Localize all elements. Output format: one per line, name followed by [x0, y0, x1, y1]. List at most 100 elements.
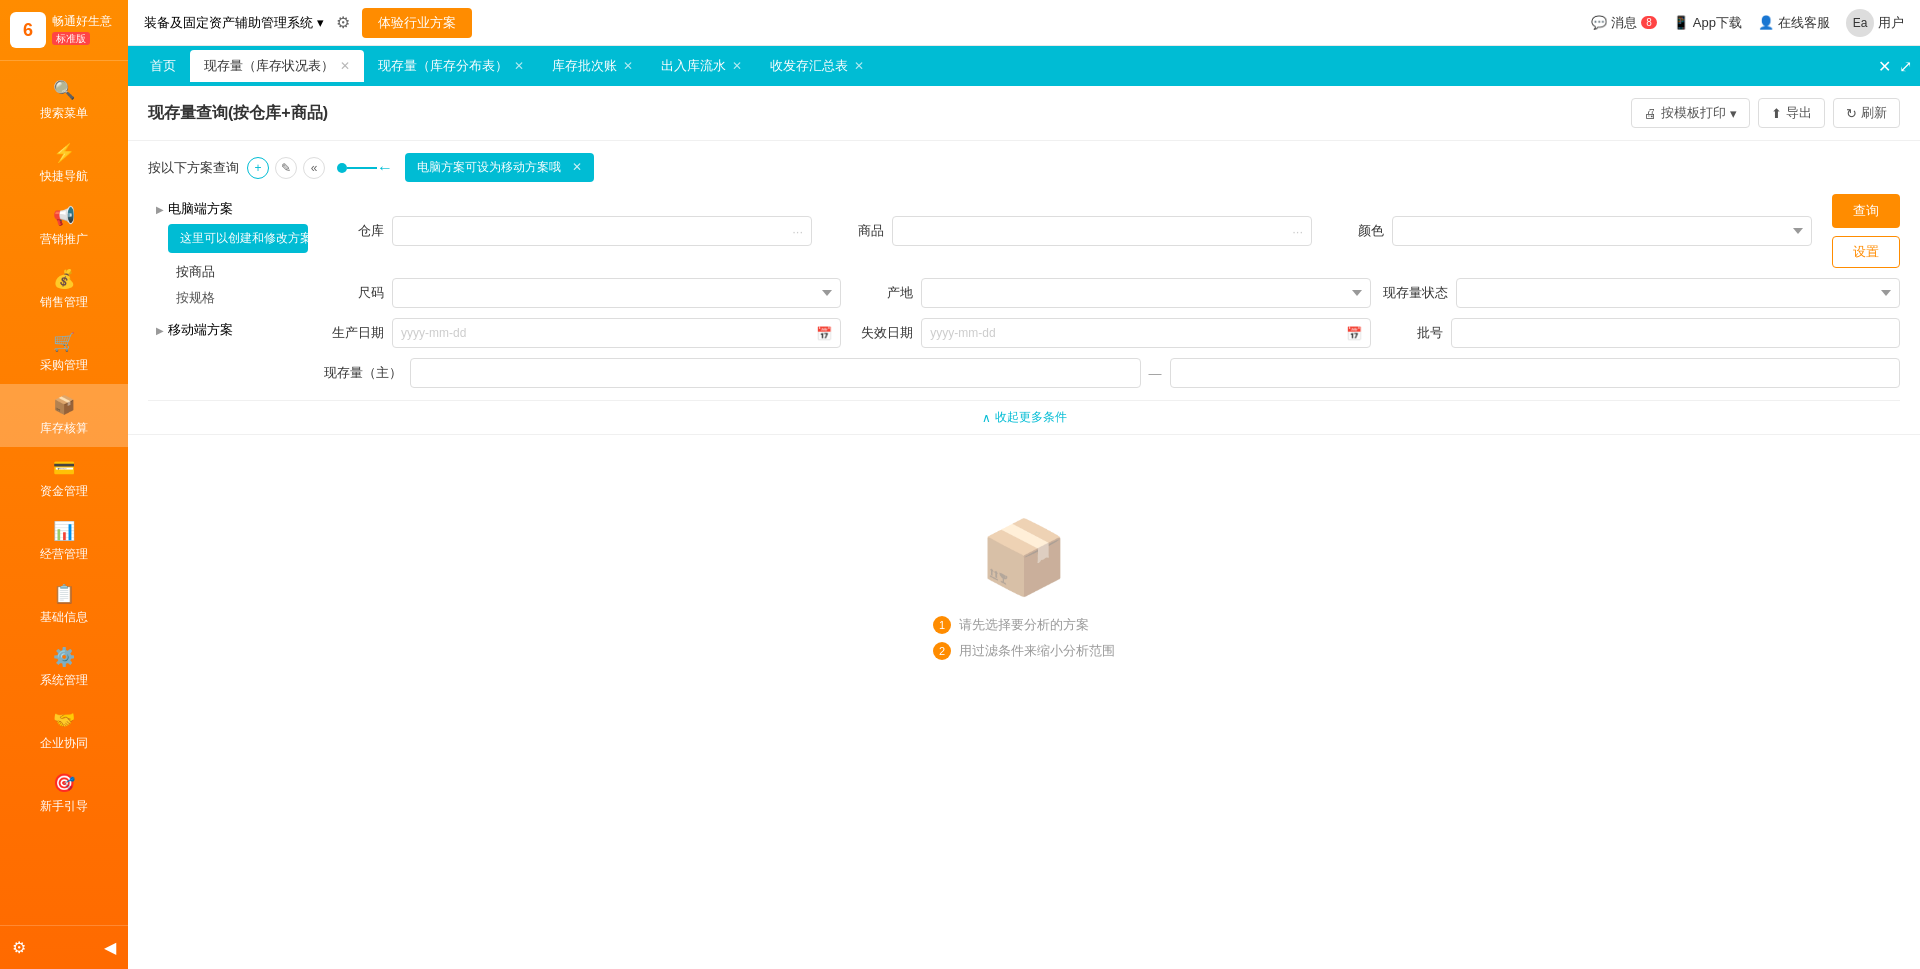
sidebar-item-enterprise-label: 企业协同 [40, 735, 88, 752]
phone-icon: 📱 [1673, 15, 1689, 30]
warehouse-dots-icon: ··· [792, 224, 803, 239]
exp-date-input[interactable]: yyyy-mm-dd 📅 [921, 318, 1370, 348]
scheme-mobile-label: 移动端方案 [168, 321, 233, 339]
tip-num-2: 2 [933, 642, 951, 660]
sidebar-item-finance[interactable]: 💳 资金管理 [0, 447, 128, 510]
sidebar-item-basic[interactable]: 📋 基础信息 [0, 573, 128, 636]
tab-recv-summary-close[interactable]: ✕ [854, 59, 864, 73]
collapse-btn[interactable]: ∧ 收起更多条件 [148, 400, 1900, 434]
tooltip-scheme-create: 这里可以创建和修改方案哦 ✕ [168, 224, 308, 253]
tab-home[interactable]: 首页 [136, 50, 190, 82]
tab-bar-actions: ✕ ⤢ [1878, 57, 1912, 76]
sidebar-item-enterprise[interactable]: 🤝 企业协同 [0, 699, 128, 762]
search-btn[interactable]: 查询 [1832, 194, 1900, 228]
edit-scheme-btn[interactable]: ✎ [275, 157, 297, 179]
scheme-panel: ▶ 电脑端方案 这里可以创建和修改方案哦 ✕ 按商品 按规格 ▶ 移动端方案 [148, 194, 308, 388]
system-selector[interactable]: 装备及固定资产辅助管理系统 ▾ [144, 14, 324, 32]
sidebar-collapse-btn[interactable]: ◀ [104, 938, 116, 957]
empty-state: 📦 1 请先选择要分析的方案 2 用过滤条件来缩小分析范围 [128, 435, 1920, 740]
sidebar-footer: ⚙ ◀ [0, 925, 128, 969]
range-sep: — [1149, 366, 1162, 381]
page-actions: 🖨 按模板打印 ▾ ⬆ 导出 ↻ 刷新 [1631, 98, 1900, 128]
logo-icon: 6 [10, 12, 46, 48]
refresh-btn[interactable]: ↻ 刷新 [1833, 98, 1900, 128]
warehouse-input[interactable]: ··· [392, 216, 812, 246]
filter-area: 按以下方案查询 + ✎ « ← 电脑方案可设为移动方案哦 ✕ [128, 141, 1920, 435]
filter-row-2: 尺码 产地 现存量状态 [324, 278, 1900, 308]
tab-expand-btn[interactable]: ⤢ [1899, 57, 1912, 76]
exp-date-placeholder: yyyy-mm-dd [930, 326, 995, 340]
size-label: 尺码 [324, 284, 384, 302]
filter-actions: + ✎ « [247, 157, 325, 179]
scheme-pc[interactable]: ▶ 电脑端方案 [148, 194, 308, 224]
system-name: 装备及固定资产辅助管理系统 [144, 14, 313, 32]
tab-batch-ledger-close[interactable]: ✕ [623, 59, 633, 73]
tooltip-2-close[interactable]: ✕ [335, 231, 345, 245]
sidebar-item-system[interactable]: ⚙️ 系统管理 [0, 636, 128, 699]
filter-header: 按以下方案查询 + ✎ « ← 电脑方案可设为移动方案哦 ✕ [148, 153, 1900, 182]
empty-tip-2-text: 用过滤条件来缩小分析范围 [959, 642, 1115, 660]
sidebar-item-inventory[interactable]: 📦 库存核算 [0, 384, 128, 447]
origin-select[interactable] [921, 278, 1370, 308]
tooltip-text-2: 这里可以创建和修改方案哦 [180, 231, 324, 245]
export-btn[interactable]: ⬆ 导出 [1758, 98, 1825, 128]
experience-btn[interactable]: 体验行业方案 [362, 8, 472, 38]
filter-row-4: 现存量（主） — [324, 358, 1900, 388]
app-download-item[interactable]: 📱 App下载 [1673, 14, 1742, 32]
tab-batch-ledger[interactable]: 库存批次账 ✕ [538, 50, 647, 82]
tab-inout-flow-close[interactable]: ✕ [732, 59, 742, 73]
user-item[interactable]: Ea 用户 [1846, 9, 1904, 37]
empty-tip-1-text: 请先选择要分析的方案 [959, 616, 1089, 634]
online-service-label: 在线客服 [1778, 14, 1830, 32]
tab-inventory-dist-close[interactable]: ✕ [514, 59, 524, 73]
message-item[interactable]: 💬 消息 8 [1591, 14, 1657, 32]
reset-btn[interactable]: 设置 [1832, 236, 1900, 268]
purchase-icon: 🛒 [53, 331, 75, 353]
sidebar-item-operation[interactable]: 📊 经营管理 [0, 510, 128, 573]
scheme-mobile[interactable]: ▶ 移动端方案 [148, 315, 308, 345]
tab-inventory-status-close[interactable]: ✕ [340, 59, 350, 73]
search-icon: 🔍 [53, 79, 75, 101]
color-select[interactable] [1392, 216, 1812, 246]
print-btn[interactable]: 🖨 按模板打印 ▾ [1631, 98, 1750, 128]
scheme-item-by-spec[interactable]: 按规格 [168, 285, 308, 311]
tab-inventory-status[interactable]: 现存量（库存状况表） ✕ [190, 50, 364, 82]
header-left: 装备及固定资产辅助管理系统 ▾ ⚙ 体验行业方案 [144, 8, 472, 38]
header-settings-icon[interactable]: ⚙ [336, 13, 350, 32]
add-scheme-btn[interactable]: + [247, 157, 269, 179]
expand-icon: ▶ [156, 204, 164, 215]
tooltip-1-close[interactable]: ✕ [572, 160, 582, 174]
filter-group-stock-qty: 现存量（主） — [324, 358, 1900, 388]
prod-date-placeholder: yyyy-mm-dd [401, 326, 466, 340]
scheme-item-by-goods[interactable]: 按商品 [168, 259, 308, 285]
sidebar-item-sales-label: 销售管理 [40, 294, 88, 311]
size-select[interactable] [392, 278, 841, 308]
batch-input[interactable] [1451, 318, 1900, 348]
goods-input[interactable]: ··· [892, 216, 1312, 246]
tab-close-all-btn[interactable]: ✕ [1878, 57, 1891, 76]
tab-inventory-dist[interactable]: 现存量（库存分布表） ✕ [364, 50, 538, 82]
sidebar-item-purchase[interactable]: 🛒 采购管理 [0, 321, 128, 384]
stock-status-select[interactable] [1456, 278, 1900, 308]
stock-qty-max[interactable] [1170, 358, 1901, 388]
sidebar-item-guide[interactable]: 🎯 新手引导 [0, 762, 128, 825]
sidebar-item-sales[interactable]: 💰 销售管理 [0, 258, 128, 321]
stock-qty-label: 现存量（主） [324, 364, 402, 382]
inventory-icon: 📦 [53, 394, 75, 416]
tooltip-text-1: 电脑方案可设为移动方案哦 [417, 160, 561, 174]
search-buttons: 查询 设置 [1832, 194, 1900, 268]
sidebar-settings-btn[interactable]: ⚙ [12, 938, 26, 957]
sidebar-item-marketing[interactable]: 📢 营销推广 [0, 195, 128, 258]
sidebar-item-operation-label: 经营管理 [40, 546, 88, 563]
sidebar-item-inventory-label: 库存核算 [40, 420, 88, 437]
stock-qty-min[interactable] [410, 358, 1141, 388]
prod-date-input[interactable]: yyyy-mm-dd 📅 [392, 318, 841, 348]
sidebar-item-quicknav[interactable]: ⚡ 快捷导航 [0, 132, 128, 195]
tab-recv-summary[interactable]: 收发存汇总表 ✕ [756, 50, 878, 82]
empty-illustration: 📦 [979, 515, 1069, 600]
tab-inout-flow-label: 出入库流水 [661, 57, 726, 75]
prev-scheme-btn[interactable]: « [303, 157, 325, 179]
online-service-item[interactable]: 👤 在线客服 [1758, 14, 1830, 32]
tab-inout-flow[interactable]: 出入库流水 ✕ [647, 50, 756, 82]
sidebar-item-search[interactable]: 🔍 搜索菜单 [0, 69, 128, 132]
